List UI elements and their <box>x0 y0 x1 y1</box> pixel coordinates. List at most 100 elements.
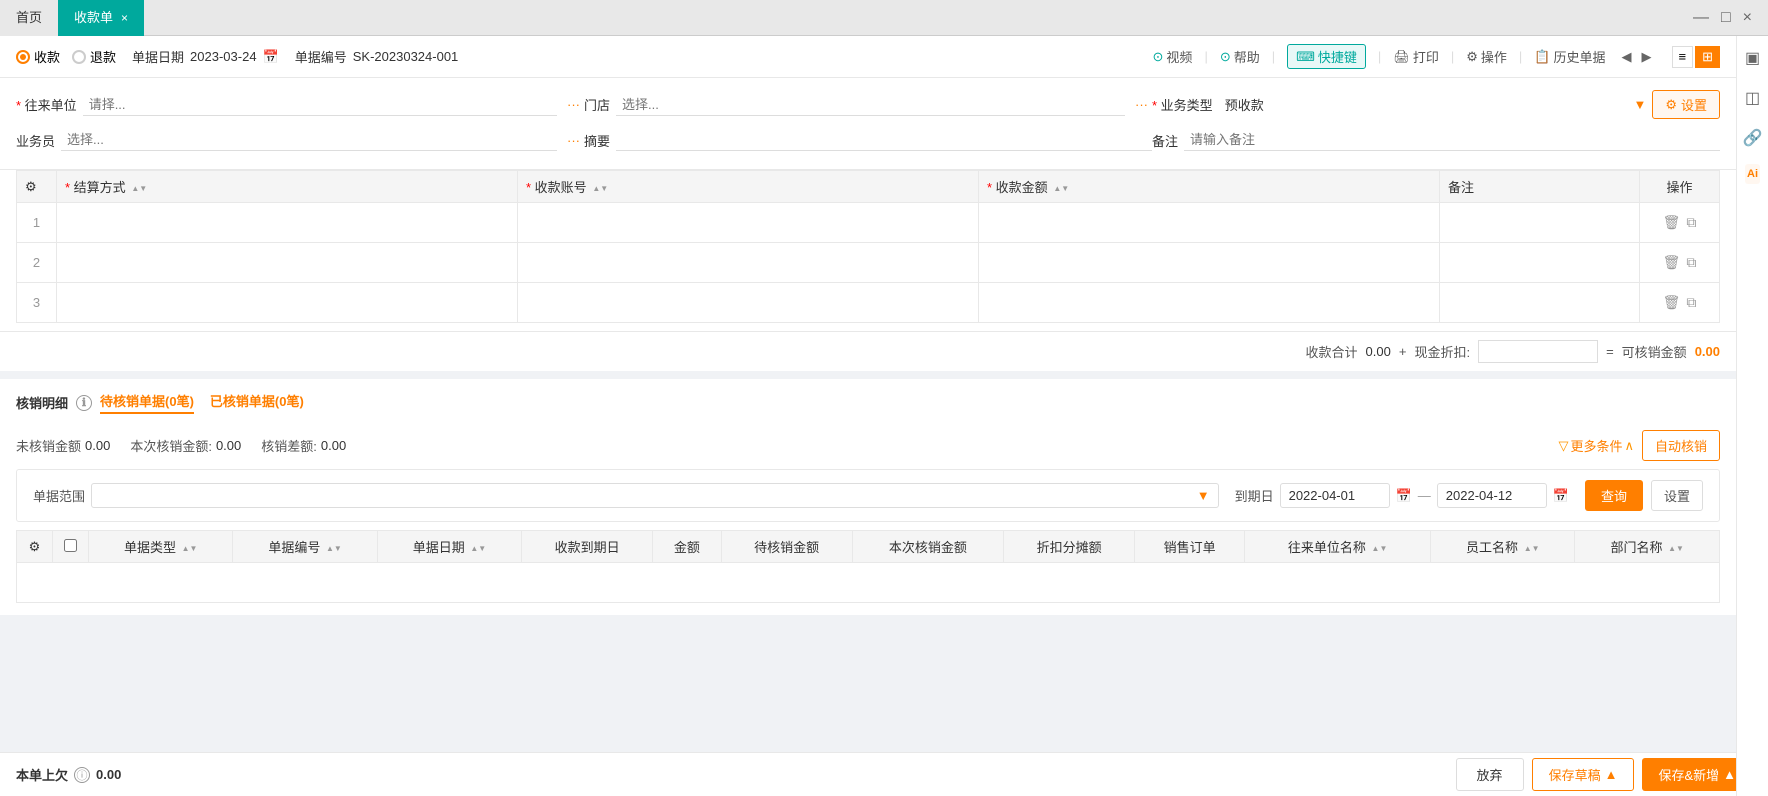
sidebar-link-icon[interactable]: 🔗 <box>1739 124 1767 152</box>
col-gear[interactable]: ⚙ <box>17 531 53 563</box>
filter-settings-button[interactable]: 设置 <box>1651 480 1703 511</box>
bill-no-value: SK-20230324-001 <box>353 49 459 64</box>
setting-button[interactable]: ⚙ 设置 <box>1652 90 1720 119</box>
calendar-icon[interactable]: 📅 <box>263 49 279 65</box>
col-header-payment: 结算方式 ▲▼ <box>57 171 518 203</box>
summary-available-label: 可核销金额 <box>1622 342 1687 361</box>
table-row: 2 🗑 ⧉ <box>17 243 1720 283</box>
discount-input[interactable] <box>1478 340 1598 363</box>
select-all-checkbox[interactable] <box>64 539 77 552</box>
print-label: 打印 <box>1413 47 1439 66</box>
row-3-amount[interactable] <box>979 283 1440 323</box>
done-tab[interactable]: 已核销单据(0笔) <box>210 391 304 414</box>
col-dept: 部门名称 ▲▼ <box>1575 531 1720 563</box>
summary-discount-label: 现金折扣: <box>1414 342 1470 361</box>
col-counterpart: 往来单位名称 ▲▼ <box>1245 531 1431 563</box>
maximize-button[interactable]: □ <box>1721 9 1731 27</box>
store-input[interactable] <box>616 94 1125 116</box>
table-gear-header[interactable]: ⚙ <box>17 171 57 203</box>
refund-radio[interactable]: 退款 <box>72 47 116 66</box>
video-action[interactable]: ⊙ 视频 <box>1153 47 1193 66</box>
row-3-delete-icon[interactable]: 🗑 <box>1663 294 1681 311</box>
minimize-button[interactable]: — <box>1693 9 1709 27</box>
abandon-button[interactable]: 放弃 <box>1456 758 1524 791</box>
col-header-action: 操作 <box>1640 171 1720 203</box>
row-1-payment[interactable] <box>57 203 518 243</box>
col-date: 单据日期 ▲▼ <box>377 531 521 563</box>
sidebar-ai-icon[interactable]: Ai <box>1745 164 1760 184</box>
row-3-copy-icon[interactable]: ⧉ <box>1686 294 1696 311</box>
summary-equals: = <box>1606 344 1614 359</box>
row-3-payment[interactable] <box>57 283 518 323</box>
unclaimed-stat: 未核销金额 0.00 <box>16 436 110 455</box>
col-checkbox[interactable] <box>53 531 89 563</box>
close-button[interactable]: × <box>1743 9 1752 27</box>
toolbar: 收款 退款 单据日期 2023-03-24 📅 单据编号 SK-20230324… <box>0 36 1736 78</box>
current-label: 本次核销金额: <box>130 436 212 455</box>
row-3-account[interactable] <box>518 283 979 323</box>
info-icon[interactable]: ℹ <box>76 395 92 411</box>
row-2-payment[interactable] <box>57 243 518 283</box>
tab-home[interactable]: 首页 <box>0 0 58 36</box>
row-2-amount[interactable] <box>979 243 1440 283</box>
counterpart-input[interactable] <box>83 94 557 116</box>
remark-input[interactable] <box>1184 129 1720 151</box>
row-num-3: 3 <box>17 283 57 323</box>
shortcut-button[interactable]: ⌨ 快捷键 <box>1287 44 1366 69</box>
draft-button[interactable]: 保存草稿 ▲ <box>1532 758 1635 791</box>
row-1-amount[interactable] <box>979 203 1440 243</box>
biz-type-value: 预收款 <box>1219 92 1628 117</box>
range-select[interactable]: ▼ <box>91 483 1219 508</box>
pending-tab[interactable]: 待核销单据(0笔) <box>100 391 194 414</box>
row-2-copy-icon[interactable]: ⧉ <box>1686 254 1696 271</box>
counterpart-more-icon[interactable]: ··· <box>563 97 584 112</box>
auto-verify-button[interactable]: 自动核销 <box>1642 430 1720 461</box>
more-conditions-btn[interactable]: ▽ 更多条件 ∧ <box>1558 436 1634 455</box>
row-2-account[interactable] <box>518 243 979 283</box>
range-filter: 单据范围 ▼ <box>33 483 1219 508</box>
summary-row: 收款合计 0.00 + 现金折扣: = 可核销金额 0.00 <box>0 331 1736 371</box>
date-separator: — <box>1418 488 1431 503</box>
col-due-date: 收款到期日 <box>522 531 653 563</box>
history-button[interactable]: 📋 历史单据 <box>1534 47 1605 66</box>
row-3-remark[interactable] <box>1440 283 1640 323</box>
tab-close-icon[interactable]: × <box>121 0 128 36</box>
salesperson-more-icon[interactable]: ··· <box>563 133 584 148</box>
save-new-arrow-icon[interactable]: ▲ <box>1723 767 1736 782</box>
col-current-verify: 本次核销金额 <box>852 531 1004 563</box>
draft-label: 保存草稿 <box>1549 765 1601 784</box>
row-2-remark[interactable] <box>1440 243 1640 283</box>
form-area: 往来单位 ··· 门店 ··· 业务类型 预收款 ▼ ⚙ 设置 业务员 <box>0 78 1736 170</box>
prev-arrow[interactable]: ◀ <box>1618 47 1636 67</box>
tab-active[interactable]: 收款单 × <box>58 0 144 36</box>
draft-arrow-icon[interactable]: ▲ <box>1605 767 1618 782</box>
row-1-remark[interactable] <box>1440 203 1640 243</box>
due-date-end-calendar-icon[interactable]: 📅 <box>1553 488 1569 504</box>
next-arrow[interactable]: ▶ <box>1638 47 1656 67</box>
store-more-icon[interactable]: ··· <box>1131 97 1152 112</box>
print-action[interactable]: 🖨 打印 <box>1393 47 1439 66</box>
query-button[interactable]: 查询 <box>1585 480 1643 511</box>
due-date-start-input[interactable] <box>1280 483 1390 508</box>
row-1-copy-icon[interactable]: ⧉ <box>1686 214 1696 231</box>
row-num-1: 1 <box>17 203 57 243</box>
col-type: 单据类型 ▲▼ <box>89 531 233 563</box>
biz-type-arrow[interactable]: ▼ <box>1633 97 1646 112</box>
row-1-account[interactable] <box>518 203 979 243</box>
due-date-start-calendar-icon[interactable]: 📅 <box>1396 488 1412 504</box>
row-1-delete-icon[interactable]: 🗑 <box>1663 214 1681 231</box>
sidebar-layout-icon[interactable]: ◫ <box>1741 84 1764 112</box>
memo-input[interactable] <box>616 129 1152 151</box>
help-action[interactable]: ⊙ 帮助 <box>1220 47 1260 66</box>
receipt-radio[interactable]: 收款 <box>16 47 60 66</box>
footer-left: 本单上欠 ⓘ 0.00 <box>16 765 121 784</box>
due-date-end-input[interactable] <box>1437 483 1547 508</box>
carry-over-info-icon[interactable]: ⓘ <box>74 767 90 783</box>
col-header-account: 收款账号 ▲▼ <box>518 171 979 203</box>
grid-view-btn[interactable]: ⊞ <box>1695 46 1720 68</box>
operation-action[interactable]: ⚙ 操作 <box>1466 47 1507 66</box>
sidebar-table-icon[interactable]: ▣ <box>1741 44 1764 72</box>
list-view-btn[interactable]: ≡ <box>1672 46 1694 68</box>
salesperson-input[interactable] <box>61 129 557 151</box>
row-2-delete-icon[interactable]: 🗑 <box>1663 254 1681 271</box>
